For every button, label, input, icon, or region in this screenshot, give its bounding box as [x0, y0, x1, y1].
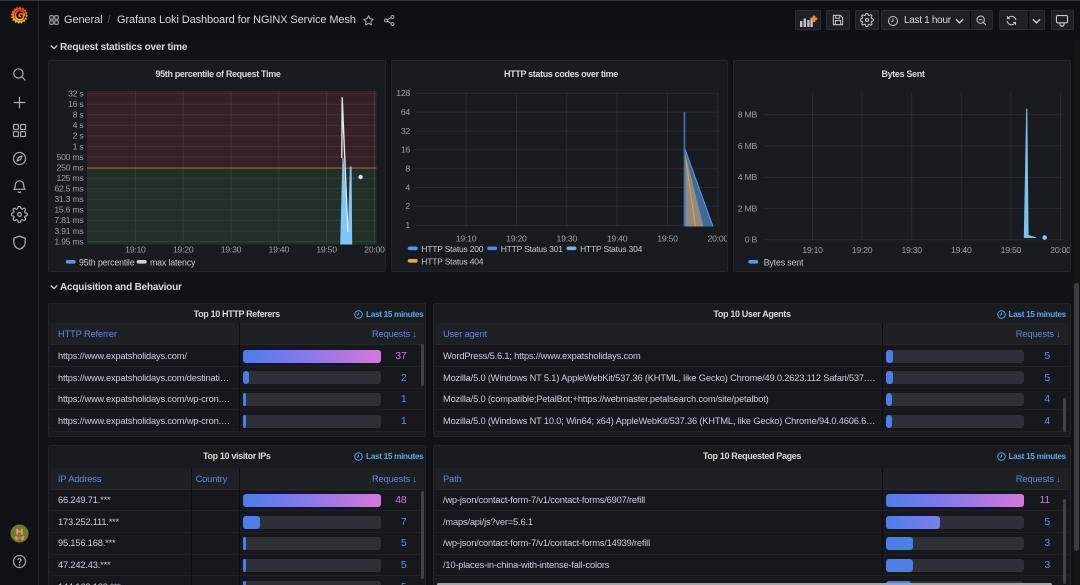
svg-text:8: 8 — [405, 163, 410, 173]
svg-text:19:30: 19:30 — [556, 234, 577, 244]
svg-text:Bytes sent: Bytes sent — [764, 257, 804, 267]
svg-text:500 ms: 500 ms — [57, 152, 85, 162]
svg-text:64: 64 — [400, 107, 410, 117]
svg-text:2 s: 2 s — [73, 131, 85, 141]
svg-text:250 ms: 250 ms — [57, 162, 85, 172]
svg-text:31.3 ms: 31.3 ms — [54, 194, 84, 204]
svg-text:8 MB: 8 MB — [738, 110, 758, 120]
svg-text:19:50: 19:50 — [1001, 245, 1022, 255]
svg-text:20:00: 20:00 — [364, 245, 385, 255]
svg-text:16 s: 16 s — [68, 99, 84, 109]
svg-text:HTTP Status 404: HTTP Status 404 — [421, 257, 484, 267]
svg-text:HTTP status codes over time: HTTP status codes over time — [504, 69, 618, 79]
svg-text:32: 32 — [400, 126, 410, 136]
svg-text:6 MB: 6 MB — [738, 141, 758, 151]
svg-text:19:10: 19:10 — [125, 245, 146, 255]
svg-text:95th percentile of Request Tim: 95th percentile of Request Time — [155, 69, 280, 79]
svg-text:19:40: 19:40 — [951, 245, 972, 255]
svg-text:19:20: 19:20 — [506, 234, 527, 244]
svg-text:19:20: 19:20 — [173, 245, 194, 255]
svg-text:16: 16 — [400, 145, 410, 155]
svg-text:1 s: 1 s — [73, 141, 85, 151]
svg-text:62.5 ms: 62.5 ms — [54, 184, 84, 194]
svg-text:4 s: 4 s — [73, 120, 85, 130]
svg-text:HTTP Status 304: HTTP Status 304 — [580, 244, 643, 254]
svg-text:19:10: 19:10 — [455, 234, 476, 244]
svg-text:20:00: 20:00 — [1050, 245, 1070, 255]
svg-text:0 B: 0 B — [745, 235, 758, 245]
svg-text:19:30: 19:30 — [221, 245, 242, 255]
svg-text:3.91 ms: 3.91 ms — [54, 226, 84, 236]
svg-text:20:00: 20:00 — [707, 234, 728, 244]
svg-text:95th percentile: 95th percentile — [79, 257, 135, 267]
svg-text:19:30: 19:30 — [901, 245, 922, 255]
svg-text:1.95 ms: 1.95 ms — [54, 236, 84, 246]
svg-text:4 MB: 4 MB — [738, 172, 758, 182]
svg-text:19:40: 19:40 — [606, 234, 627, 244]
svg-text:1: 1 — [405, 220, 410, 230]
svg-text:15.6 ms: 15.6 ms — [54, 205, 84, 215]
svg-text:19:10: 19:10 — [802, 245, 823, 255]
svg-text:Bytes Sent: Bytes Sent — [881, 69, 924, 79]
svg-text:7.81 ms: 7.81 ms — [54, 215, 84, 225]
svg-text:2: 2 — [405, 201, 410, 211]
svg-text:125 ms: 125 ms — [57, 173, 85, 183]
svg-text:HTTP Status 301: HTTP Status 301 — [500, 244, 563, 254]
svg-text:2 MB: 2 MB — [738, 203, 758, 213]
svg-text:HTTP Status 200: HTTP Status 200 — [421, 244, 484, 254]
svg-text:19:50: 19:50 — [316, 245, 337, 255]
svg-text:4: 4 — [405, 182, 410, 192]
svg-text:128: 128 — [396, 88, 410, 98]
svg-text:19:50: 19:50 — [657, 234, 678, 244]
svg-text:19:40: 19:40 — [269, 245, 290, 255]
svg-text:max latency: max latency — [150, 257, 196, 267]
svg-text:8 s: 8 s — [73, 110, 85, 120]
svg-text:19:20: 19:20 — [852, 245, 873, 255]
svg-text:32 s: 32 s — [68, 88, 84, 98]
